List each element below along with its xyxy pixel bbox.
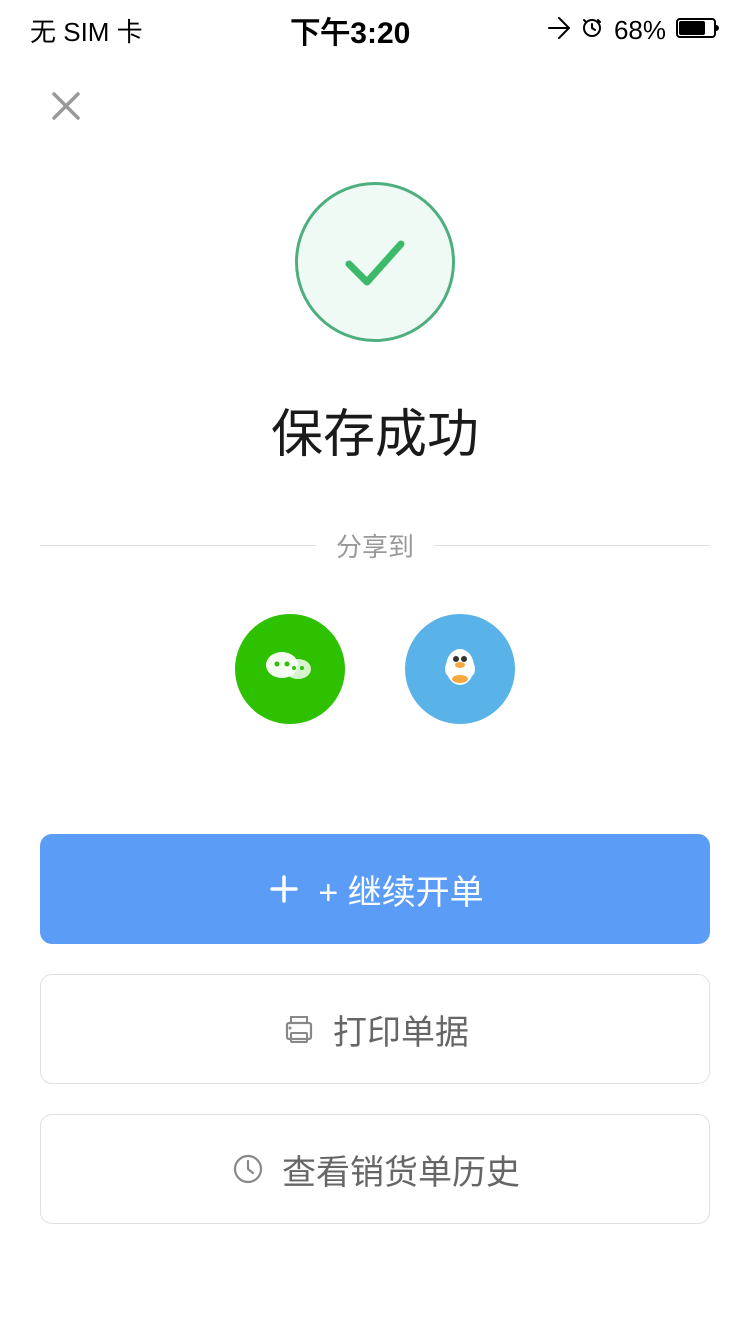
print-label: 打印单据 <box>333 1005 469 1054</box>
status-time: 下午3:20 <box>290 8 410 52</box>
status-left: 无 SIM 卡 <box>30 12 153 49</box>
success-title: 保存成功 <box>271 392 479 467</box>
divider-line-left <box>40 545 316 546</box>
continue-order-button[interactable]: + 继续开单 <box>40 834 710 944</box>
status-bar: 无 SIM 卡 下午3:20 68% <box>0 0 750 60</box>
success-section: 保存成功 分享到 <box>0 142 750 834</box>
divider-line-right <box>434 545 710 546</box>
status-right: 68% <box>548 15 720 46</box>
share-icons <box>235 614 515 724</box>
close-button[interactable] <box>40 80 92 132</box>
close-area <box>0 60 750 142</box>
qq-share-button[interactable] <box>405 614 515 724</box>
print-button[interactable]: 打印单据 <box>40 974 710 1084</box>
history-icon <box>230 1151 266 1187</box>
continue-order-label: + 继续开单 <box>318 865 483 914</box>
battery-label: 68% <box>614 15 666 46</box>
share-divider: 分享到 <box>40 527 710 564</box>
share-label: 分享到 <box>336 527 414 564</box>
wechat-share-button[interactable] <box>235 614 345 724</box>
history-label: 查看销货单历史 <box>282 1145 520 1194</box>
alarm-icon <box>580 15 604 46</box>
location-icon <box>548 15 570 46</box>
history-button[interactable]: 查看销货单历史 <box>40 1114 710 1224</box>
print-icon <box>281 1011 317 1047</box>
carrier-label: 无 SIM 卡 <box>30 12 143 49</box>
actions: + 继续开单 打印单据 查看销货单历史 <box>0 834 750 1224</box>
battery-icon <box>676 15 720 46</box>
success-circle <box>295 182 455 342</box>
plus-icon <box>266 871 302 907</box>
